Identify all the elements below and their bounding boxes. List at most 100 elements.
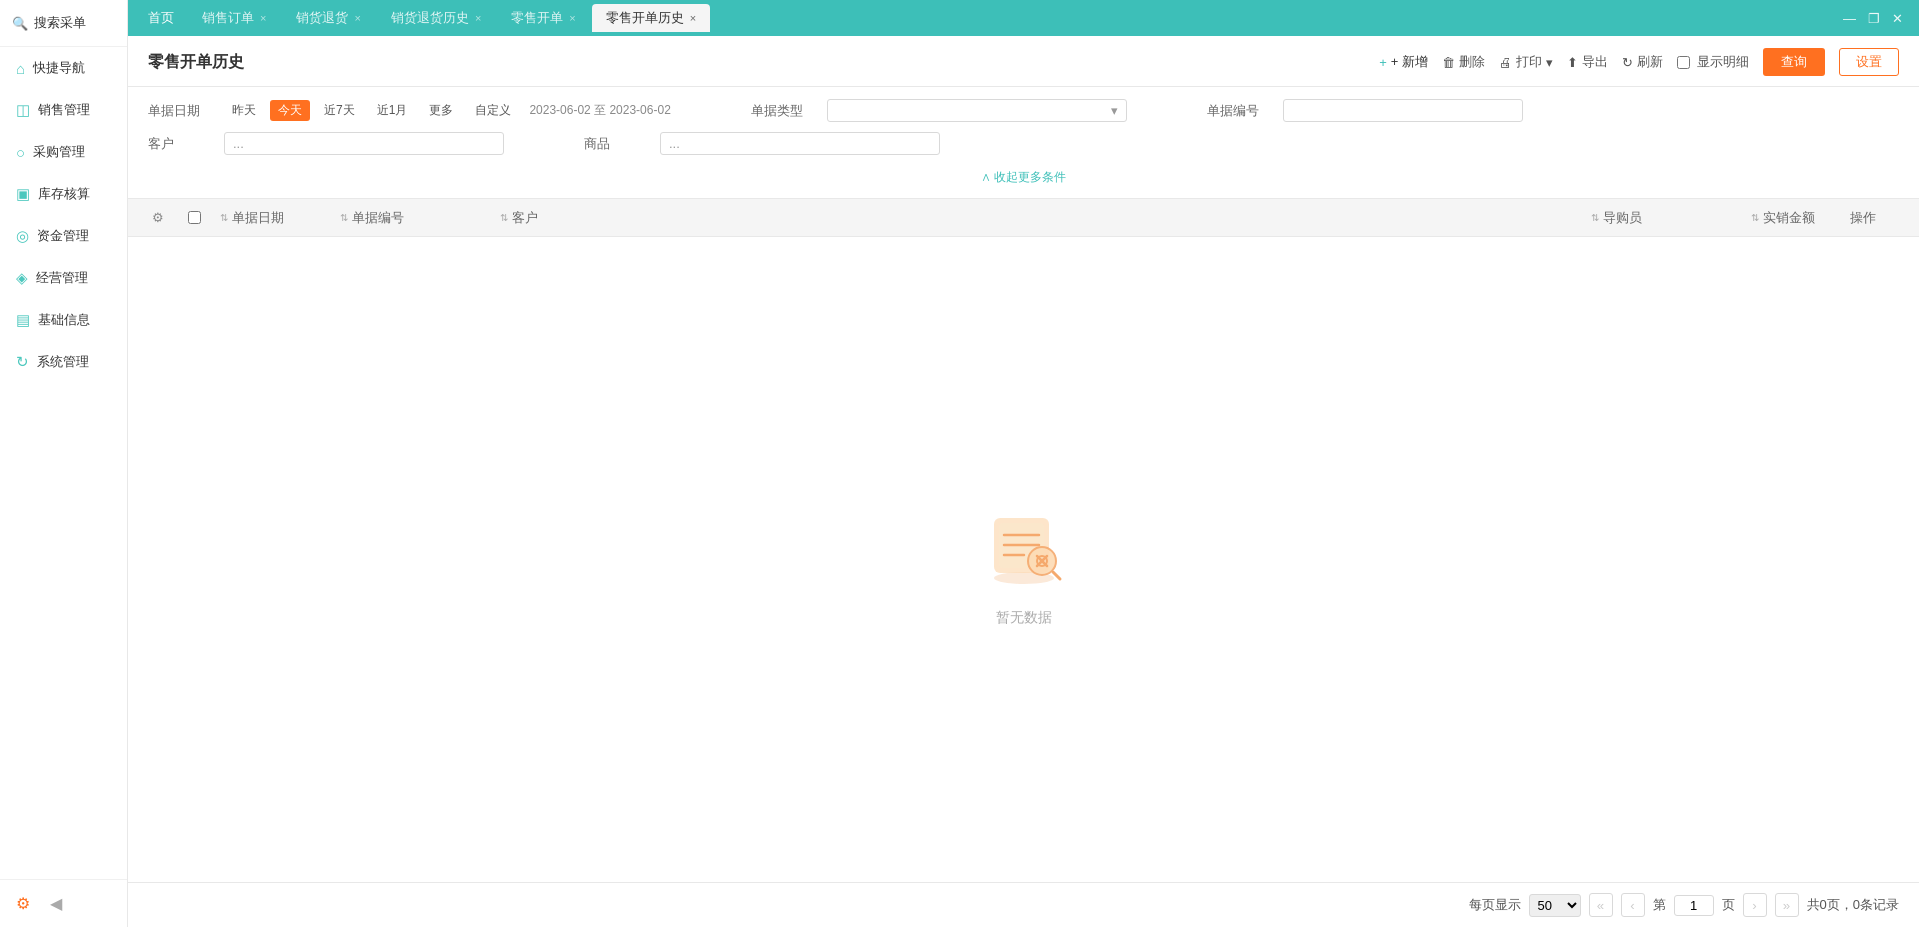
tab-close-sales-order[interactable]: × — [260, 12, 266, 24]
tab-retail-history[interactable]: 零售开单历史 × — [592, 4, 710, 32]
sidebar-search-label: 搜索采单 — [34, 14, 86, 32]
tab-close-sales-return-history[interactable]: × — [475, 12, 481, 24]
sidebar-item-finance-mgmt[interactable]: ◎ 资金管理 — [0, 215, 127, 257]
th-guide-label: 导购员 — [1603, 209, 1642, 227]
th-checkbox[interactable] — [180, 211, 212, 224]
page-size-select[interactable]: 50 100 200 — [1529, 894, 1581, 917]
settings-gear-icon[interactable]: ⚙ — [16, 894, 30, 913]
last-page-button[interactable]: » — [1775, 893, 1799, 917]
collapse-filters[interactable]: ∧ 收起更多条件 — [148, 165, 1899, 186]
date-today[interactable]: 今天 — [270, 100, 310, 121]
th-no[interactable]: ⇅ 单据编号 — [332, 209, 492, 227]
doc-type-select[interactable]: ▾ — [827, 99, 1127, 122]
total-info: 共0页，0条记录 — [1807, 896, 1899, 914]
th-settings[interactable]: ⚙ — [144, 210, 180, 225]
select-all-checkbox[interactable] — [188, 211, 201, 224]
query-button[interactable]: 查询 — [1763, 48, 1825, 76]
delete-button[interactable]: 🗑 删除 — [1442, 53, 1485, 71]
sidebar-item-basic-info[interactable]: ▤ 基础信息 — [0, 299, 127, 341]
info-icon: ▤ — [16, 311, 30, 329]
prev-page-button[interactable]: ‹ — [1621, 893, 1645, 917]
sidebar-item-sales-mgmt[interactable]: ◫ 销售管理 — [0, 89, 127, 131]
page-size-label: 每页显示 — [1469, 896, 1521, 914]
product-input[interactable]: ... — [660, 132, 940, 155]
filter-row-2: 客户 ... 商品 ... — [148, 132, 1899, 155]
th-customer[interactable]: ⇅ 客户 — [492, 209, 1583, 227]
date-filter-label: 单据日期 — [148, 102, 204, 120]
export-label: 导出 — [1582, 53, 1608, 71]
toolbar: + + 新增 🗑 删除 🖨 打印 ▾ ⬆ 导出 ↻ — [1379, 48, 1899, 76]
add-button[interactable]: + + 新增 — [1379, 53, 1428, 71]
customer-input[interactable]: ... — [224, 132, 504, 155]
date-1month[interactable]: 近1月 — [369, 100, 416, 121]
date-shortcuts: 昨天 今天 近7天 近1月 更多 自定义 2023-06-02 至 2023-0… — [224, 100, 671, 121]
date-custom[interactable]: 自定义 — [467, 100, 519, 121]
first-page-button[interactable]: « — [1589, 893, 1613, 917]
page-label: 第 — [1653, 896, 1666, 914]
sidebar-item-label: 采购管理 — [33, 143, 85, 161]
restore-icon[interactable]: ❐ — [1868, 11, 1880, 26]
sidebar-search[interactable]: 🔍 搜索采单 — [0, 0, 127, 47]
sidebar-item-label: 基础信息 — [38, 311, 90, 329]
refresh-icon: ↻ — [1622, 55, 1633, 70]
svg-line-10 — [1053, 572, 1060, 579]
pagination: 每页显示 50 100 200 « ‹ 第 页 › » 共0页，0条记录 — [128, 882, 1919, 927]
sort-icon-no: ⇅ — [340, 213, 348, 223]
sidebar-item-label: 经营管理 — [36, 269, 88, 287]
close-window-icon[interactable]: ✕ — [1892, 11, 1903, 26]
window-controls: — ❐ ✕ — [1843, 11, 1911, 26]
doc-no-label: 单据编号 — [1207, 102, 1263, 120]
th-action-label: 操作 — [1850, 209, 1876, 227]
display-checkbox[interactable] — [1677, 56, 1690, 69]
print-label: 打印 — [1516, 53, 1542, 71]
th-amount-label: 实销金额 — [1763, 209, 1815, 227]
next-page-button[interactable]: › — [1743, 893, 1767, 917]
doc-no-input[interactable] — [1283, 99, 1523, 122]
sidebar-item-purchase-mgmt[interactable]: ○ 采购管理 — [0, 131, 127, 173]
sidebar-item-label: 资金管理 — [37, 227, 89, 245]
date-more[interactable]: 更多 — [421, 100, 461, 121]
tab-home[interactable]: 首页 — [136, 4, 186, 32]
display-button[interactable]: 显示明细 — [1677, 53, 1749, 71]
date-yesterday[interactable]: 昨天 — [224, 100, 264, 121]
date-7days[interactable]: 近7天 — [316, 100, 363, 121]
sidebar-item-quick-nav[interactable]: ⌂ 快捷导航 — [0, 47, 127, 89]
tab-close-retail-open[interactable]: × — [569, 12, 575, 24]
sidebar-item-sys-mgmt[interactable]: ↻ 系统管理 — [0, 341, 127, 383]
setting-button[interactable]: 设置 — [1839, 48, 1899, 76]
customer-filter-label: 客户 — [148, 135, 204, 153]
sidebar-item-label: 系统管理 — [37, 353, 89, 371]
refresh-button[interactable]: ↻ 刷新 — [1622, 53, 1663, 71]
th-date[interactable]: ⇅ 单据日期 — [212, 209, 332, 227]
delete-icon: 🗑 — [1442, 55, 1455, 70]
tab-retail-open[interactable]: 零售开单 × — [497, 4, 589, 32]
table-area: ⚙ ⇅ 单据日期 ⇅ 单据编号 ⇅ 客户 ⇅ 导购员 ⇅ 实销金额 — [128, 199, 1919, 882]
page-number-input[interactable] — [1674, 895, 1714, 916]
tab-bar: 首页 销售订单 × 销货退货 × 销货退货历史 × 零售开单 × 零售开单历史 … — [128, 0, 1919, 36]
th-guide[interactable]: ⇅ 导购员 — [1583, 209, 1703, 227]
box-icon: ▣ — [16, 185, 30, 203]
tab-sales-return-history[interactable]: 销货退货历史 × — [377, 4, 495, 32]
add-label: + 新增 — [1391, 53, 1428, 71]
doc-type-label: 单据类型 — [751, 102, 807, 120]
sidebar-item-operations[interactable]: ◈ 经营管理 — [0, 257, 127, 299]
page-title: 零售开单历史 — [148, 52, 244, 73]
tab-sales-order[interactable]: 销售订单 × — [188, 4, 280, 32]
th-amount[interactable]: ⇅ 实销金额 — [1703, 209, 1823, 227]
finance-icon: ◎ — [16, 227, 29, 245]
export-button[interactable]: ⬆ 导出 — [1567, 53, 1608, 71]
collapse-sidebar-icon[interactable]: ◀ — [50, 894, 62, 913]
sidebar-item-inventory[interactable]: ▣ 库存核算 — [0, 173, 127, 215]
print-button[interactable]: 🖨 打印 ▾ — [1499, 53, 1553, 71]
tab-close-sales-return[interactable]: × — [354, 12, 360, 24]
empty-icon — [974, 493, 1074, 593]
sort-icon-amount: ⇅ — [1751, 213, 1759, 223]
tab-retail-history-label: 零售开单历史 — [606, 9, 684, 27]
th-customer-label: 客户 — [512, 209, 538, 227]
sys-icon: ↻ — [16, 353, 29, 371]
minimize-icon[interactable]: — — [1843, 11, 1856, 26]
sort-icon-guide: ⇅ — [1591, 213, 1599, 223]
tab-close-retail-history[interactable]: × — [690, 12, 696, 24]
add-icon: + — [1379, 55, 1387, 70]
tab-sales-return[interactable]: 销货退货 × — [282, 4, 374, 32]
